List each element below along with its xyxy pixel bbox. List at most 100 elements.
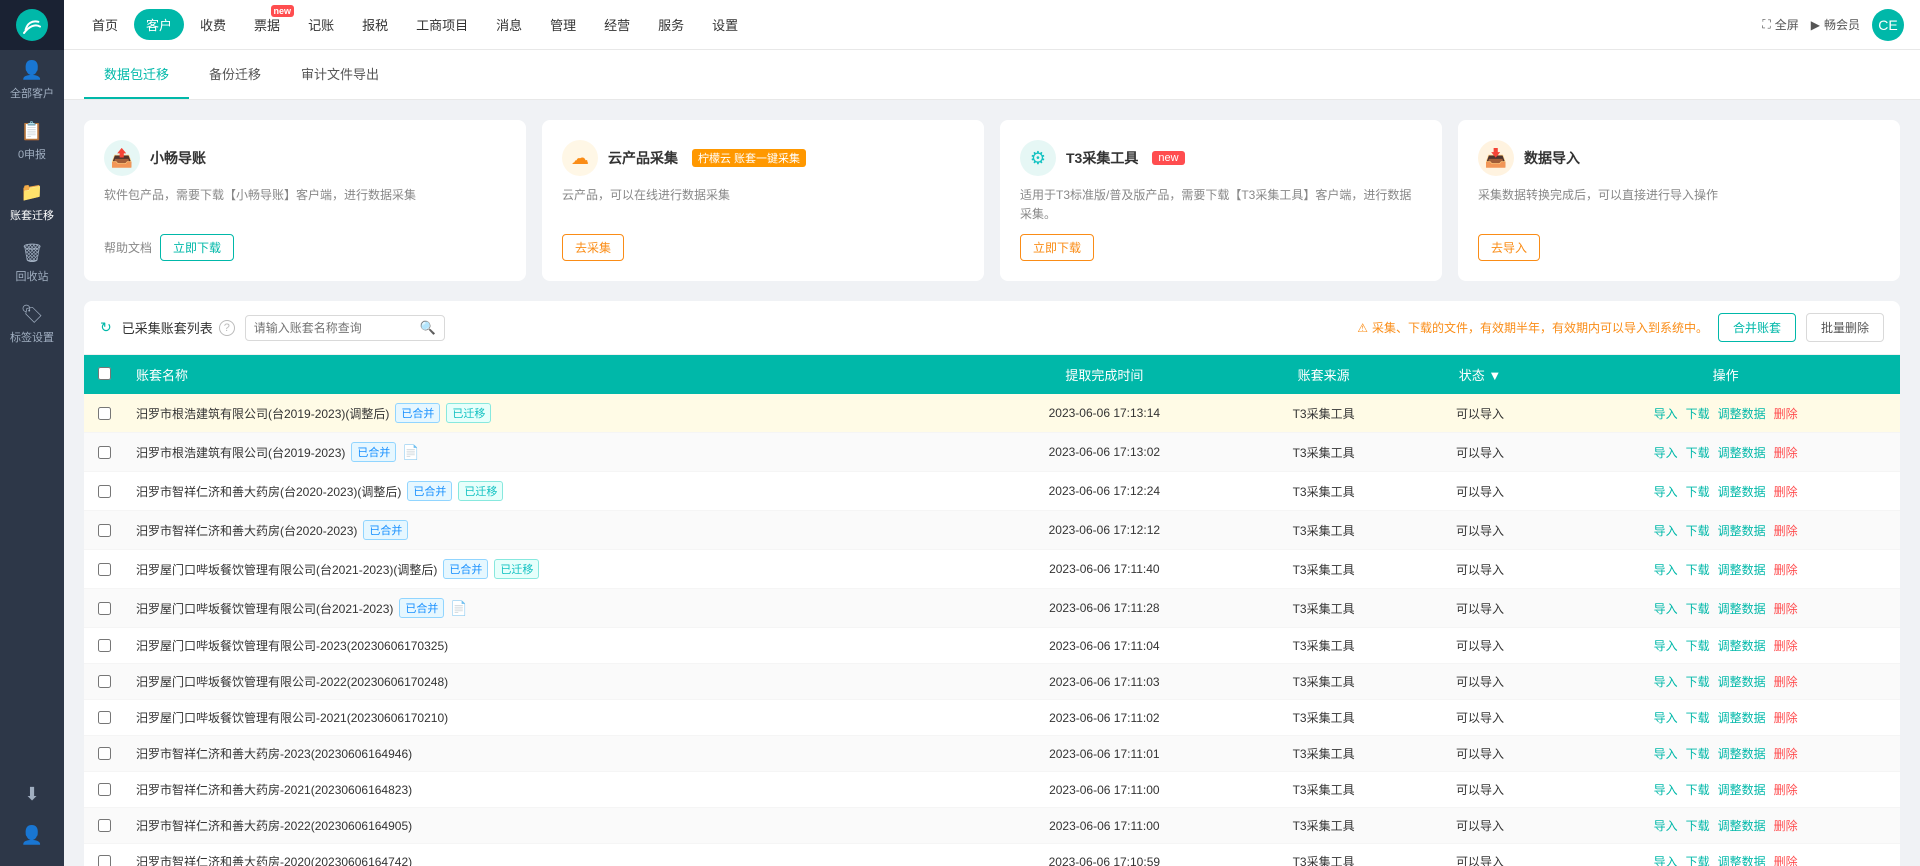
sidebar-item-migration[interactable]: 📁 账套迁移 — [0, 172, 64, 233]
member-button[interactable]: ▶ 畅会员 — [1811, 16, 1860, 33]
nav-industrial[interactable]: 工商项目 — [404, 9, 480, 40]
sidebar-item-recycle[interactable]: 🗑 回收站 — [0, 233, 64, 294]
tab-backup-migration[interactable]: 备份迁移 — [189, 50, 281, 99]
action-导入[interactable]: 导入 — [1650, 407, 1682, 421]
action-调整数据[interactable]: 调整数据 — [1714, 407, 1770, 421]
action-删除[interactable]: 删除 — [1770, 485, 1802, 499]
action-下载[interactable]: 下载 — [1682, 819, 1714, 833]
action-调整数据[interactable]: 调整数据 — [1714, 524, 1770, 538]
action-调整数据[interactable]: 调整数据 — [1714, 783, 1770, 797]
file-icon[interactable]: 📄 — [450, 600, 467, 617]
row-checkbox[interactable] — [98, 524, 111, 537]
action-调整数据[interactable]: 调整数据 — [1714, 819, 1770, 833]
action-调整数据[interactable]: 调整数据 — [1714, 711, 1770, 725]
refresh-icon[interactable]: ↻ — [100, 319, 112, 336]
action-删除[interactable]: 删除 — [1770, 747, 1802, 761]
nav-invoice[interactable]: 票据 new — [242, 9, 292, 40]
action-导入[interactable]: 导入 — [1650, 446, 1682, 460]
nav-operation[interactable]: 经营 — [592, 9, 642, 40]
nav-message[interactable]: 消息 — [484, 9, 534, 40]
action-删除[interactable]: 删除 — [1770, 407, 1802, 421]
nav-home[interactable]: 首页 — [80, 9, 130, 40]
action-导入[interactable]: 导入 — [1650, 819, 1682, 833]
action-调整数据[interactable]: 调整数据 — [1714, 602, 1770, 616]
action-导入[interactable]: 导入 — [1650, 675, 1682, 689]
action-删除[interactable]: 删除 — [1770, 711, 1802, 725]
sidebar-item-tags[interactable]: 🏷 标签设置 — [0, 294, 64, 355]
search-input[interactable] — [254, 321, 414, 335]
nav-settings[interactable]: 设置 — [700, 9, 750, 40]
action-调整数据[interactable]: 调整数据 — [1714, 747, 1770, 761]
nav-service[interactable]: 服务 — [646, 9, 696, 40]
action-下载[interactable]: 下载 — [1682, 639, 1714, 653]
action-删除[interactable]: 删除 — [1770, 855, 1802, 866]
row-checkbox[interactable] — [98, 675, 111, 688]
action-删除[interactable]: 删除 — [1770, 783, 1802, 797]
sidebar-item-user[interactable]: 👤 — [0, 815, 64, 856]
collect-button[interactable]: 去采集 — [562, 234, 624, 261]
action-调整数据[interactable]: 调整数据 — [1714, 639, 1770, 653]
action-导入[interactable]: 导入 — [1650, 524, 1682, 538]
action-删除[interactable]: 删除 — [1770, 563, 1802, 577]
merge-button[interactable]: 合并账套 — [1718, 313, 1796, 342]
tab-audit-export[interactable]: 审计文件导出 — [281, 50, 399, 99]
row-checkbox[interactable] — [98, 855, 111, 866]
action-删除[interactable]: 删除 — [1770, 819, 1802, 833]
row-checkbox[interactable] — [98, 602, 111, 615]
sidebar-item-zero-declaration[interactable]: 📋 0申报 — [0, 111, 64, 172]
row-checkbox[interactable] — [98, 446, 111, 459]
action-导入[interactable]: 导入 — [1650, 783, 1682, 797]
nav-manage[interactable]: 管理 — [538, 9, 588, 40]
nav-accounting[interactable]: 记账 — [296, 9, 346, 40]
sidebar-item-all-clients[interactable]: 👤 全部客户 — [0, 50, 64, 111]
action-导入[interactable]: 导入 — [1650, 602, 1682, 616]
action-导入[interactable]: 导入 — [1650, 563, 1682, 577]
nav-tax[interactable]: 报税 — [350, 9, 400, 40]
action-下载[interactable]: 下载 — [1682, 407, 1714, 421]
row-checkbox[interactable] — [98, 407, 111, 420]
action-调整数据[interactable]: 调整数据 — [1714, 855, 1770, 866]
action-下载[interactable]: 下载 — [1682, 446, 1714, 460]
action-下载[interactable]: 下载 — [1682, 783, 1714, 797]
nav-fee[interactable]: 收费 — [188, 9, 238, 40]
row-checkbox[interactable] — [98, 783, 111, 796]
action-删除[interactable]: 删除 — [1770, 639, 1802, 653]
action-删除[interactable]: 删除 — [1770, 446, 1802, 460]
row-checkbox[interactable] — [98, 747, 111, 760]
action-删除[interactable]: 删除 — [1770, 524, 1802, 538]
action-删除[interactable]: 删除 — [1770, 602, 1802, 616]
sidebar-item-download[interactable]: ⬇ — [0, 774, 64, 815]
action-下载[interactable]: 下载 — [1682, 855, 1714, 866]
batch-delete-button[interactable]: 批量删除 — [1806, 313, 1884, 342]
action-导入[interactable]: 导入 — [1650, 639, 1682, 653]
col-status[interactable]: 状态 ▼ — [1409, 355, 1552, 394]
action-调整数据[interactable]: 调整数据 — [1714, 485, 1770, 499]
help-icon[interactable]: ? — [219, 320, 235, 336]
row-checkbox[interactable] — [98, 639, 111, 652]
select-all-checkbox[interactable] — [98, 367, 111, 380]
download-now-button-3[interactable]: 立即下载 — [1020, 234, 1094, 261]
action-下载[interactable]: 下载 — [1682, 711, 1714, 725]
action-下载[interactable]: 下载 — [1682, 485, 1714, 499]
action-调整数据[interactable]: 调整数据 — [1714, 563, 1770, 577]
download-now-button-1[interactable]: 立即下载 — [160, 234, 234, 261]
action-调整数据[interactable]: 调整数据 — [1714, 675, 1770, 689]
action-下载[interactable]: 下载 — [1682, 675, 1714, 689]
help-doc-link[interactable]: 帮助文档 — [104, 239, 152, 256]
action-下载[interactable]: 下载 — [1682, 524, 1714, 538]
row-checkbox[interactable] — [98, 485, 111, 498]
import-button[interactable]: 去导入 — [1478, 234, 1540, 261]
row-checkbox[interactable] — [98, 711, 111, 724]
action-导入[interactable]: 导入 — [1650, 711, 1682, 725]
search-submit-icon[interactable]: 🔍 — [420, 320, 436, 336]
user-avatar[interactable]: CE — [1872, 9, 1904, 41]
action-下载[interactable]: 下载 — [1682, 747, 1714, 761]
nav-client[interactable]: 客户 — [134, 9, 184, 40]
row-checkbox[interactable] — [98, 819, 111, 832]
file-icon[interactable]: 📄 — [402, 444, 419, 461]
fullscreen-button[interactable]: ⛶ 全屏 — [1762, 16, 1798, 33]
action-导入[interactable]: 导入 — [1650, 485, 1682, 499]
tab-data-migration[interactable]: 数据包迁移 — [84, 50, 189, 99]
action-导入[interactable]: 导入 — [1650, 747, 1682, 761]
action-下载[interactable]: 下载 — [1682, 602, 1714, 616]
